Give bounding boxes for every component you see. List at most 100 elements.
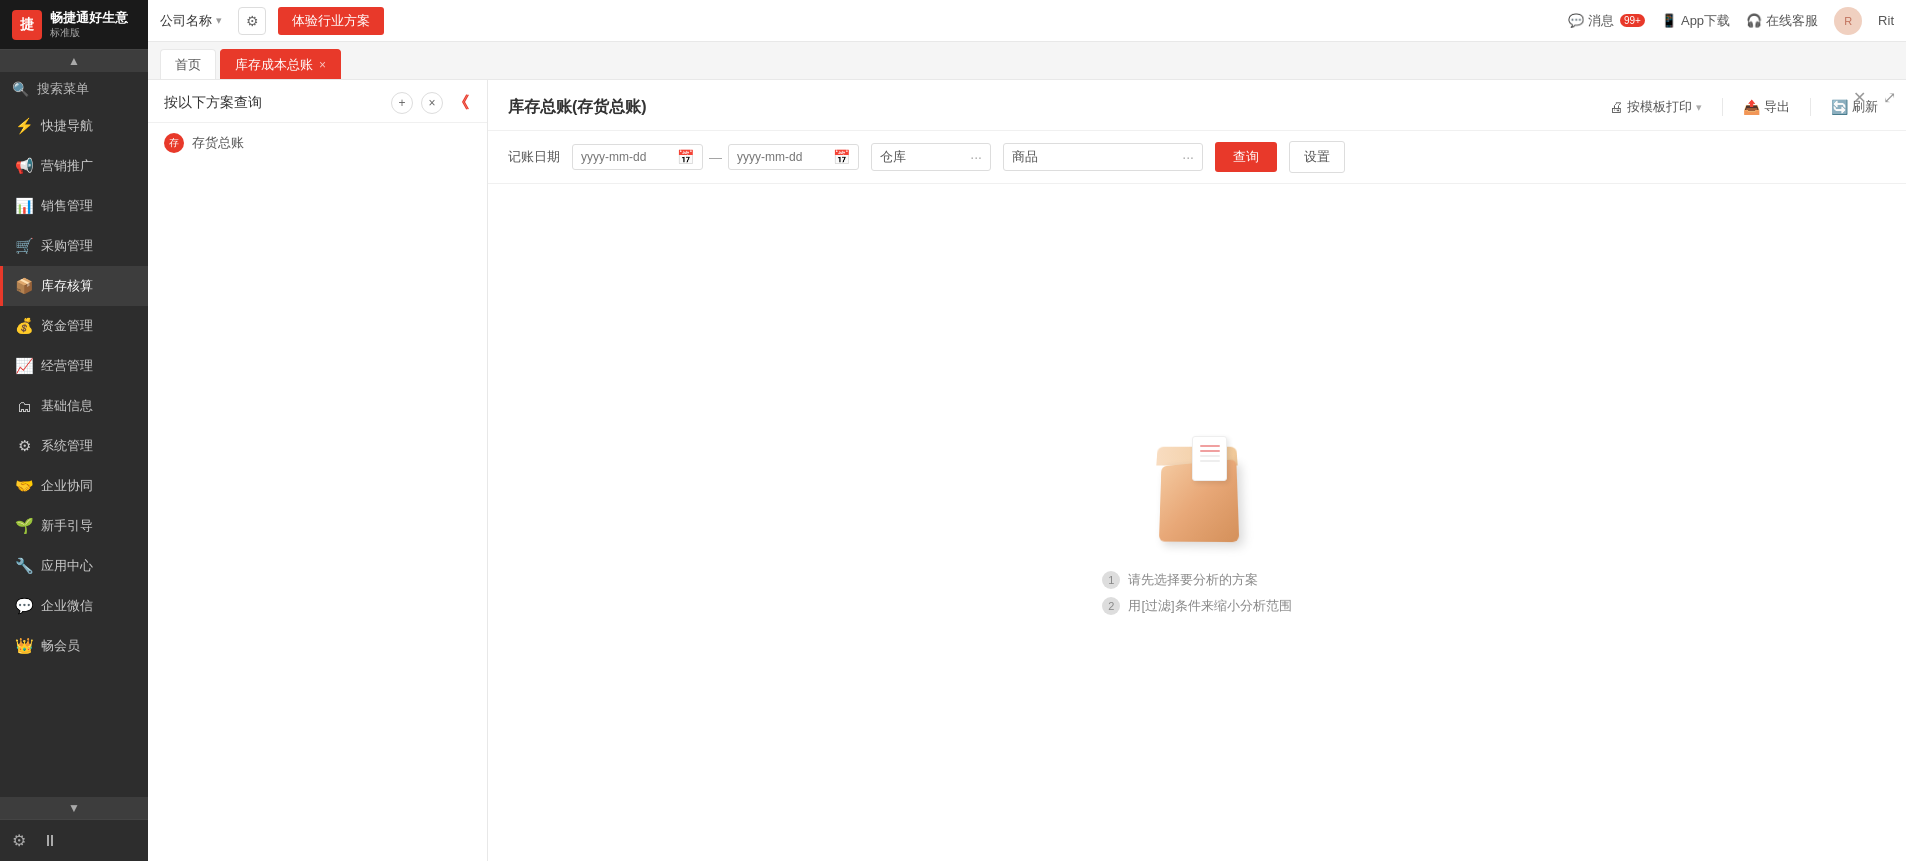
sidebar-scroll-down[interactable]: ▼ xyxy=(0,797,148,819)
tab-close-icon[interactable]: × xyxy=(319,58,326,72)
sidebar-item-operations[interactable]: 📈 经营管理 xyxy=(0,346,148,386)
app-logo-icon: 捷 xyxy=(12,10,42,40)
chevron-down-icon: ▾ xyxy=(216,14,222,27)
sidebar-item-sales[interactable]: 📊 销售管理 xyxy=(0,186,148,226)
gear-icon: ⚙ xyxy=(246,13,259,29)
refresh-icon: 🔄 xyxy=(1831,99,1848,115)
tip-item-2: 2 用[过滤]条件来缩小分析范围 xyxy=(1102,597,1291,615)
chevron-down-icon: ▾ xyxy=(1696,101,1702,114)
headset-icon: 🎧 xyxy=(1746,13,1762,28)
settings-btn[interactable]: 设置 xyxy=(1289,141,1345,173)
filter-title: 按以下方案查询 xyxy=(164,94,391,112)
system-icon: ⚙ xyxy=(15,437,33,455)
sidebar-collapse-btn[interactable]: ⏸ xyxy=(42,832,58,850)
panel-expand-btn[interactable]: ⤢ xyxy=(1883,88,1896,107)
filter-add-btn[interactable]: + xyxy=(391,92,413,114)
topbar-left: 公司名称 ▾ ⚙ 体验行业方案 xyxy=(160,7,1568,35)
filter-scheme-item[interactable]: 存 存货总账 xyxy=(148,123,487,163)
warehouse-select[interactable]: 仓库 ··· xyxy=(871,143,991,171)
goods-select[interactable]: 商品 ··· xyxy=(1003,143,1203,171)
divider xyxy=(1722,98,1723,116)
warehouse-more-icon: ··· xyxy=(970,149,982,165)
topbar: 公司名称 ▾ ⚙ 体验行业方案 💬 消息 99+ 📱 App下载 🎧 在线客服 xyxy=(148,0,1906,42)
filter-actions: + × 《 xyxy=(391,92,471,114)
empty-illustration xyxy=(1137,431,1257,551)
sidebar-item-inventory[interactable]: 📦 库存核算 xyxy=(0,266,148,306)
tabs-bar: 首页 库存成本总账 × xyxy=(148,42,1906,80)
box-illustration-doc xyxy=(1192,436,1227,481)
purchase-icon: 🛒 xyxy=(15,237,33,255)
basics-icon: 🗂 xyxy=(15,398,33,415)
export-btn[interactable]: 📤 导出 xyxy=(1735,94,1798,120)
user-avatar[interactable]: R xyxy=(1834,7,1862,35)
topbar-support-btn[interactable]: 🎧 在线客服 xyxy=(1746,12,1818,30)
print-btn[interactable]: 🖨 按模板打印 ▾ xyxy=(1601,94,1710,120)
date-end-input[interactable]: 📅 xyxy=(728,144,859,170)
topbar-company[interactable]: 公司名称 ▾ xyxy=(160,12,222,30)
capital-icon: 💰 xyxy=(15,317,33,335)
message-icon: 💬 xyxy=(1568,13,1584,28)
sidebar-item-quicknav[interactable]: ⚡ 快捷导航 xyxy=(0,106,148,146)
newguide-icon: 🌱 xyxy=(15,517,33,535)
tip-item-1: 1 请先选择要分析的方案 xyxy=(1102,571,1291,589)
topbar-message-btn[interactable]: 💬 消息 99+ xyxy=(1568,12,1645,30)
filter-title-bar: 按以下方案查询 + × 《 xyxy=(148,80,487,123)
sidebar-search-btn[interactable]: 🔍 搜索菜单 xyxy=(0,72,148,106)
sidebar-item-member[interactable]: 👑 畅会员 xyxy=(0,626,148,666)
member-icon: 👑 xyxy=(15,637,33,655)
app-logo-text: 畅捷通好生意 标准版 xyxy=(50,10,128,40)
sidebar-nav: ⚡ 快捷导航 📢 营销推广 📊 销售管理 🛒 采购管理 📦 库存核算 💰 资金管… xyxy=(0,106,148,797)
industry-btn[interactable]: 体验行业方案 xyxy=(278,7,384,35)
panel-close-btn[interactable]: ✕ xyxy=(1853,88,1866,107)
sidebar-settings-btn[interactable]: ⚙ xyxy=(12,831,26,850)
topbar-right: 💬 消息 99+ 📱 App下载 🎧 在线客服 R Rit xyxy=(1568,7,1894,35)
sidebar-item-marketing[interactable]: 📢 营销推广 xyxy=(0,146,148,186)
page-title: 库存总账(存货总账) xyxy=(508,97,647,118)
operations-icon: 📈 xyxy=(15,357,33,375)
divider2 xyxy=(1810,98,1811,116)
cooperation-icon: 🤝 xyxy=(15,477,33,495)
calendar-start-icon[interactable]: 📅 xyxy=(677,149,694,165)
goods-more-icon: ··· xyxy=(1182,149,1194,165)
download-icon: 📱 xyxy=(1661,13,1677,28)
inventory-icon: 📦 xyxy=(15,277,33,295)
sidebar-item-wechat[interactable]: 💬 企业微信 xyxy=(0,586,148,626)
filter-delete-btn[interactable]: × xyxy=(421,92,443,114)
main-area: 公司名称 ▾ ⚙ 体验行业方案 💬 消息 99+ 📱 App下载 🎧 在线客服 xyxy=(148,0,1906,861)
tab-inventory-ledger[interactable]: 库存成本总账 × xyxy=(220,49,341,79)
date-start-field[interactable] xyxy=(581,150,671,164)
page-header-actions: 🖨 按模板打印 ▾ 📤 导出 🔄 刷新 xyxy=(1601,94,1886,120)
sidebar-scroll-up[interactable]: ▲ xyxy=(0,50,148,72)
date-label: 记账日期 xyxy=(508,148,560,166)
sidebar-logo: 捷 畅捷通好生意 标准版 xyxy=(0,0,148,50)
sidebar-item-purchase[interactable]: 🛒 采购管理 xyxy=(0,226,148,266)
wechat-icon: 💬 xyxy=(15,597,33,615)
sidebar: 捷 畅捷通好生意 标准版 ▲ 🔍 搜索菜单 ⚡ 快捷导航 📢 营销推广 📊 销售… xyxy=(0,0,148,861)
calendar-end-icon[interactable]: 📅 xyxy=(833,149,850,165)
sidebar-item-basics[interactable]: 🗂 基础信息 xyxy=(0,386,148,426)
export-icon: 📤 xyxy=(1743,99,1760,115)
content-area: 库存总账(存货总账) 🖨 按模板打印 ▾ 📤 导出 🔄 xyxy=(488,80,1906,861)
date-range: 📅 — 📅 xyxy=(572,144,859,170)
quicknav-icon: ⚡ xyxy=(15,117,33,135)
sidebar-item-capital[interactable]: 💰 资金管理 xyxy=(0,306,148,346)
sidebar-item-appcenter[interactable]: 🔧 应用中心 xyxy=(0,546,148,586)
empty-tips: 1 请先选择要分析的方案 2 用[过滤]条件来缩小分析范围 xyxy=(1102,571,1291,615)
sidebar-bottom: ⚙ ⏸ xyxy=(0,819,148,861)
sales-icon: 📊 xyxy=(15,197,33,215)
sidebar-item-system[interactable]: ⚙ 系统管理 xyxy=(0,426,148,466)
date-start-input[interactable]: 📅 xyxy=(572,144,703,170)
filter-collapse-btn[interactable]: 《 xyxy=(451,93,471,114)
query-btn[interactable]: 查询 xyxy=(1215,142,1277,172)
marketing-icon: 📢 xyxy=(15,157,33,175)
tab-home[interactable]: 首页 xyxy=(160,49,216,79)
topbar-username[interactable]: Rit xyxy=(1878,13,1894,28)
page-container: 按以下方案查询 + × 《 存 存货总账 xyxy=(148,80,1906,861)
sidebar-item-newguide[interactable]: 🌱 新手引导 xyxy=(0,506,148,546)
sidebar-item-cooperation[interactable]: 🤝 企业协同 xyxy=(0,466,148,506)
search-icon: 🔍 xyxy=(12,81,29,97)
topbar-appdownload-btn[interactable]: 📱 App下载 xyxy=(1661,12,1730,30)
topbar-settings-btn[interactable]: ⚙ xyxy=(238,7,266,35)
appcenter-icon: 🔧 xyxy=(15,557,33,575)
date-end-field[interactable] xyxy=(737,150,827,164)
